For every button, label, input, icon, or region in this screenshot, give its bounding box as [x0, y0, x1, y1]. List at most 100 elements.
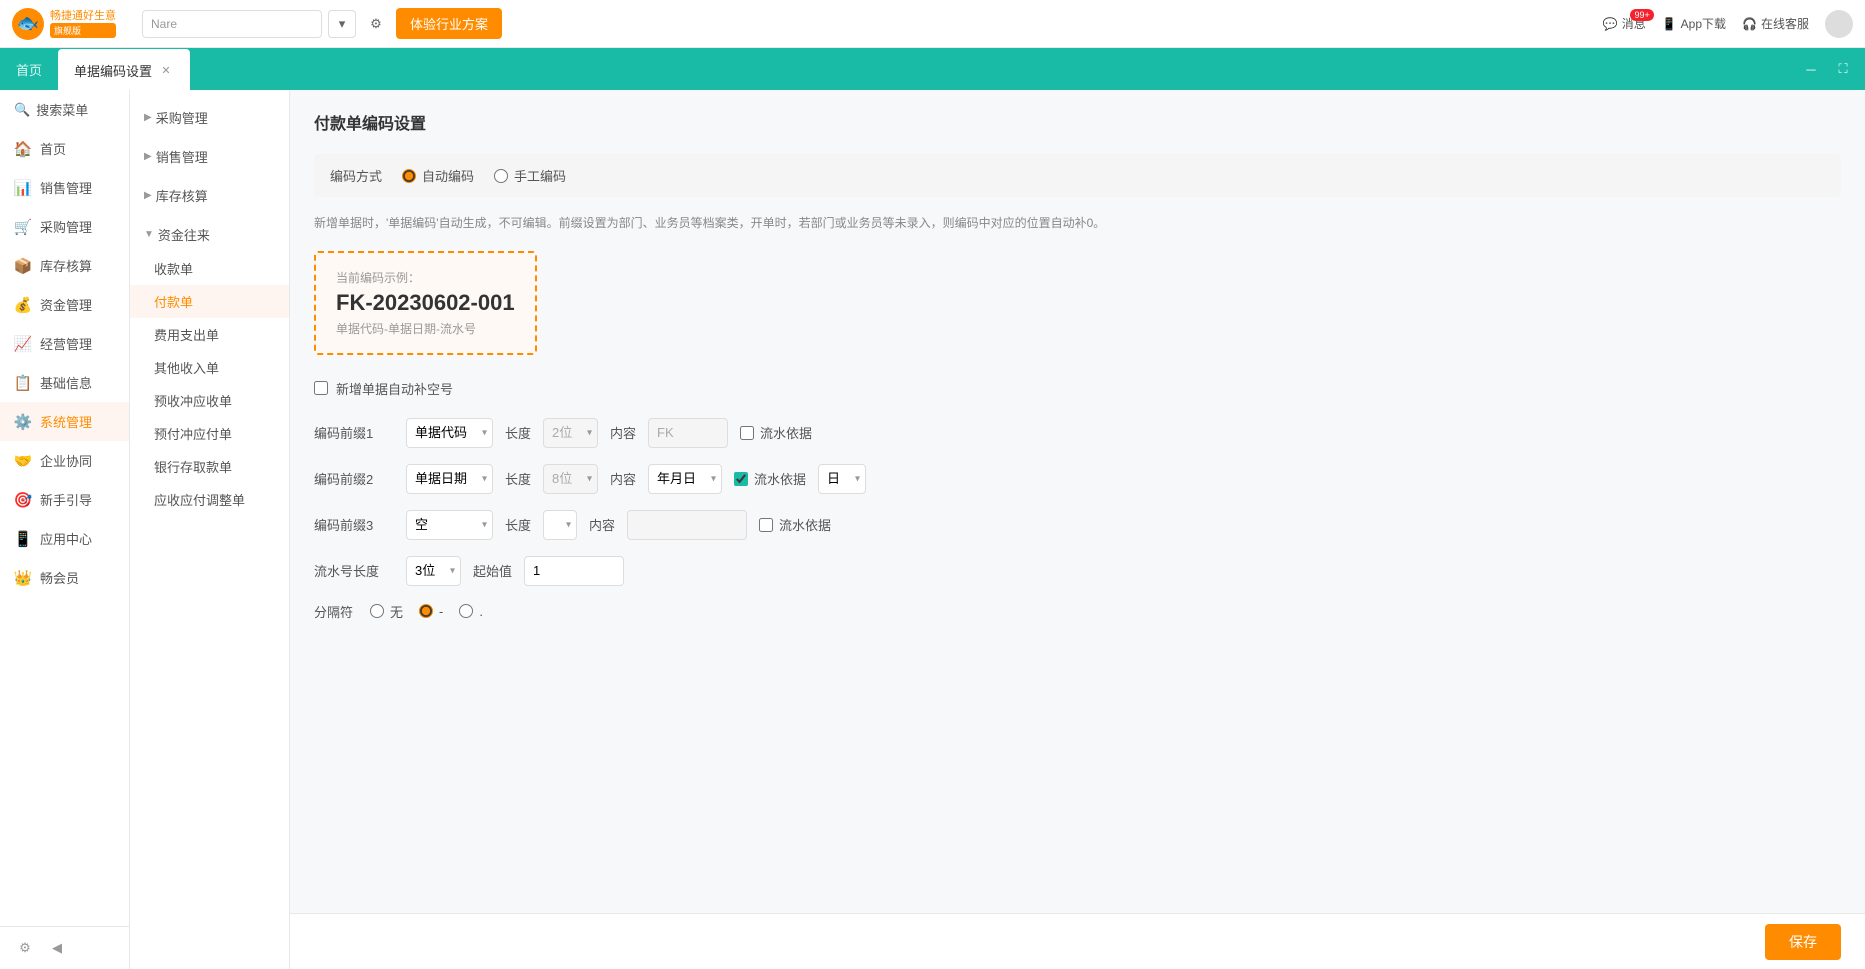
sidebar-item-operation[interactable]: 📈 经营管理: [0, 324, 129, 363]
avatar[interactable]: [1825, 10, 1853, 38]
subnav-header-capital[interactable]: ▼ 资金往来: [130, 217, 289, 252]
sidebar-item-basic[interactable]: 📋 基础信息: [0, 363, 129, 402]
prefix3-row: 编码前缀3 空 单据代码 部门 业务员 单据日期 长度: [314, 510, 1841, 540]
nav-collapse-icon[interactable]: ◀: [46, 937, 68, 959]
prefix2-length-select[interactable]: 8位: [543, 464, 598, 494]
sep-dot-radio[interactable]: [459, 604, 473, 618]
subnav-header-purchase[interactable]: ▶ 采购管理: [130, 100, 289, 135]
serial-start-input[interactable]: [524, 556, 624, 586]
sidebar-item-inventory[interactable]: 📦 库存核算: [0, 246, 129, 285]
prefix2-select[interactable]: 单据日期 单据代码 部门 业务员 空: [406, 464, 493, 494]
message-btn[interactable]: 💬 消息 99+: [1603, 15, 1646, 32]
dropdown-btn[interactable]: ▾: [328, 10, 356, 38]
arrow-capital-icon: ▼: [144, 229, 154, 240]
sep-dot-text: .: [479, 604, 483, 619]
save-button[interactable]: 保存: [1765, 924, 1841, 960]
sep-none-radio[interactable]: [370, 604, 384, 618]
prefix3-flow-checkbox[interactable]: [759, 518, 773, 532]
trial-button[interactable]: 体验行业方案: [396, 8, 502, 39]
prefix2-content-select[interactable]: 年月日 年月 年: [648, 464, 722, 494]
prefix2-flow-checkbox[interactable]: [734, 472, 748, 486]
prefix1-flow-checkbox[interactable]: [740, 426, 754, 440]
sidebar-item-newbie[interactable]: 🎯 新手引导: [0, 480, 129, 519]
sidebar-item-capital[interactable]: 💰 资金管理: [0, 285, 129, 324]
serial-length-select[interactable]: 3位 4位 5位 6位: [406, 556, 461, 586]
service-btn[interactable]: 🎧 在线客服: [1742, 15, 1809, 32]
auto-fill-label[interactable]: 新增单据自动补空号: [336, 379, 453, 398]
sep-none-label[interactable]: 无: [370, 602, 403, 621]
topbar-right: 💬 消息 99+ 📱 App下载 🎧 在线客服: [1603, 10, 1853, 38]
sidebar-item-sales[interactable]: 📊 销售管理: [0, 168, 129, 207]
nav-purchase-label: 采购管理: [40, 217, 92, 236]
prefix3-length-label: 长度: [505, 515, 531, 534]
sep-dash-radio[interactable]: [419, 604, 433, 618]
subnav-group-purchase: ▶ 采购管理: [130, 100, 289, 135]
nav-system-label: 系统管理: [40, 412, 92, 431]
prefix1-length-container: 2位: [543, 418, 598, 448]
prefix3-length-container: [543, 510, 577, 540]
prefix2-row: 编码前缀2 单据日期 单据代码 部门 业务员 空 长度 8位: [314, 464, 1841, 494]
tab-serial-setting[interactable]: 单据编码设置 ✕: [58, 49, 190, 91]
prefix1-select[interactable]: 单据代码 部门 业务员 空: [406, 418, 493, 448]
auto-fill-checkbox[interactable]: [314, 381, 328, 395]
tab-home[interactable]: 首页: [0, 48, 58, 90]
settings-icon[interactable]: ⚙: [362, 10, 390, 38]
prefix1-content-input[interactable]: [648, 418, 728, 448]
subnav-item-bank-deposit[interactable]: 银行存取款单: [130, 450, 289, 483]
prefix1-length-select[interactable]: 2位: [543, 418, 598, 448]
sidebar-item-system[interactable]: ⚙️ 系统管理: [0, 402, 129, 441]
tab-minimize-btn[interactable]: －: [1797, 55, 1825, 83]
nav-settings-icon[interactable]: ⚙: [14, 937, 36, 959]
basic-icon: 📋: [14, 374, 32, 392]
manual-code-radio-label[interactable]: 手工编码: [494, 166, 566, 185]
prefix3-flow-wrapper: 流水依据: [759, 515, 831, 534]
sidebar-item-coop[interactable]: 🤝 企业协同: [0, 441, 129, 480]
app-icon: 📱: [1662, 17, 1677, 31]
prefix3-content-input[interactable]: [627, 510, 747, 540]
subnav-item-ar-ap-adjust[interactable]: 应收应付调整单: [130, 483, 289, 516]
subnav-item-advance-payable[interactable]: 预付冲应付单: [130, 417, 289, 450]
tab-maximize-btn[interactable]: ⛶: [1829, 55, 1857, 83]
subnav-item-other-income[interactable]: 其他收入单: [130, 351, 289, 384]
separator-row: 分隔符 无 - .: [314, 602, 1841, 621]
nav-search[interactable]: 🔍 搜索菜单: [0, 90, 129, 129]
app-download-btn[interactable]: 📱 App下载: [1662, 15, 1726, 32]
prefix3-length-select[interactable]: [543, 510, 577, 540]
subnav-item-advance-receivable[interactable]: 预收冲应收单: [130, 384, 289, 417]
subnav-capital-label: 资金往来: [158, 225, 210, 244]
sep-dash-label[interactable]: -: [419, 604, 443, 619]
subnav-header-sales[interactable]: ▶ 销售管理: [130, 139, 289, 174]
prefix2-period-select[interactable]: 日 月 年: [818, 464, 866, 494]
subnav-receipt-label: 收款单: [154, 262, 193, 277]
main-content: 付款单编码设置 编码方式 自动编码 手工编码 新增单据时，'单据编码'自动生成，…: [290, 90, 1865, 913]
left-nav: 🔍 搜索菜单 🏠 首页 📊 销售管理 🛒 采购管理 📦 库存核算 💰 资: [0, 90, 130, 969]
auto-code-radio[interactable]: [402, 169, 416, 183]
message-badge: 99+: [1630, 9, 1653, 21]
prefix2-select-container: 单据日期 单据代码 部门 业务员 空: [406, 464, 493, 494]
separator-label: 分隔符: [314, 602, 354, 621]
tab-close-icon[interactable]: ✕: [158, 62, 174, 78]
subnav-advance-recv-label: 预收冲应收单: [154, 394, 232, 409]
tab-serial-label: 单据编码设置: [74, 61, 152, 80]
prefix3-content-label: 内容: [589, 515, 615, 534]
subnav-item-payment[interactable]: 付款单: [130, 285, 289, 318]
sidebar-item-appstore[interactable]: 📱 应用中心: [0, 519, 129, 558]
prefix2-label: 编码前缀2: [314, 469, 394, 488]
subnav-item-expense[interactable]: 费用支出单: [130, 318, 289, 351]
arrow-sales-icon: ▶: [144, 151, 152, 162]
subnav-item-receipt[interactable]: 收款单: [130, 252, 289, 285]
auto-code-radio-label[interactable]: 自动编码: [402, 166, 474, 185]
sep-dot-label[interactable]: .: [459, 604, 483, 619]
separator-options: 无 - .: [370, 602, 483, 621]
sidebar-item-home[interactable]: 🏠 首页: [0, 129, 129, 168]
sub-nav: ▶ 采购管理 ▶ 销售管理 ▶ 库存核算 ▼ 资金往来: [130, 90, 290, 969]
manual-code-label: 手工编码: [514, 166, 566, 185]
sidebar-item-purchase[interactable]: 🛒 采购管理: [0, 207, 129, 246]
manual-code-radio[interactable]: [494, 169, 508, 183]
subnav-header-inventory[interactable]: ▶ 库存核算: [130, 178, 289, 213]
sidebar-item-member[interactable]: 👑 畅会员: [0, 558, 129, 597]
preview-code: FK-20230602-001: [336, 290, 515, 316]
search-input[interactable]: [142, 10, 322, 38]
prefix3-select[interactable]: 空 单据代码 部门 业务员 单据日期: [406, 510, 493, 540]
nav-search-label: 搜索菜单: [36, 100, 88, 119]
